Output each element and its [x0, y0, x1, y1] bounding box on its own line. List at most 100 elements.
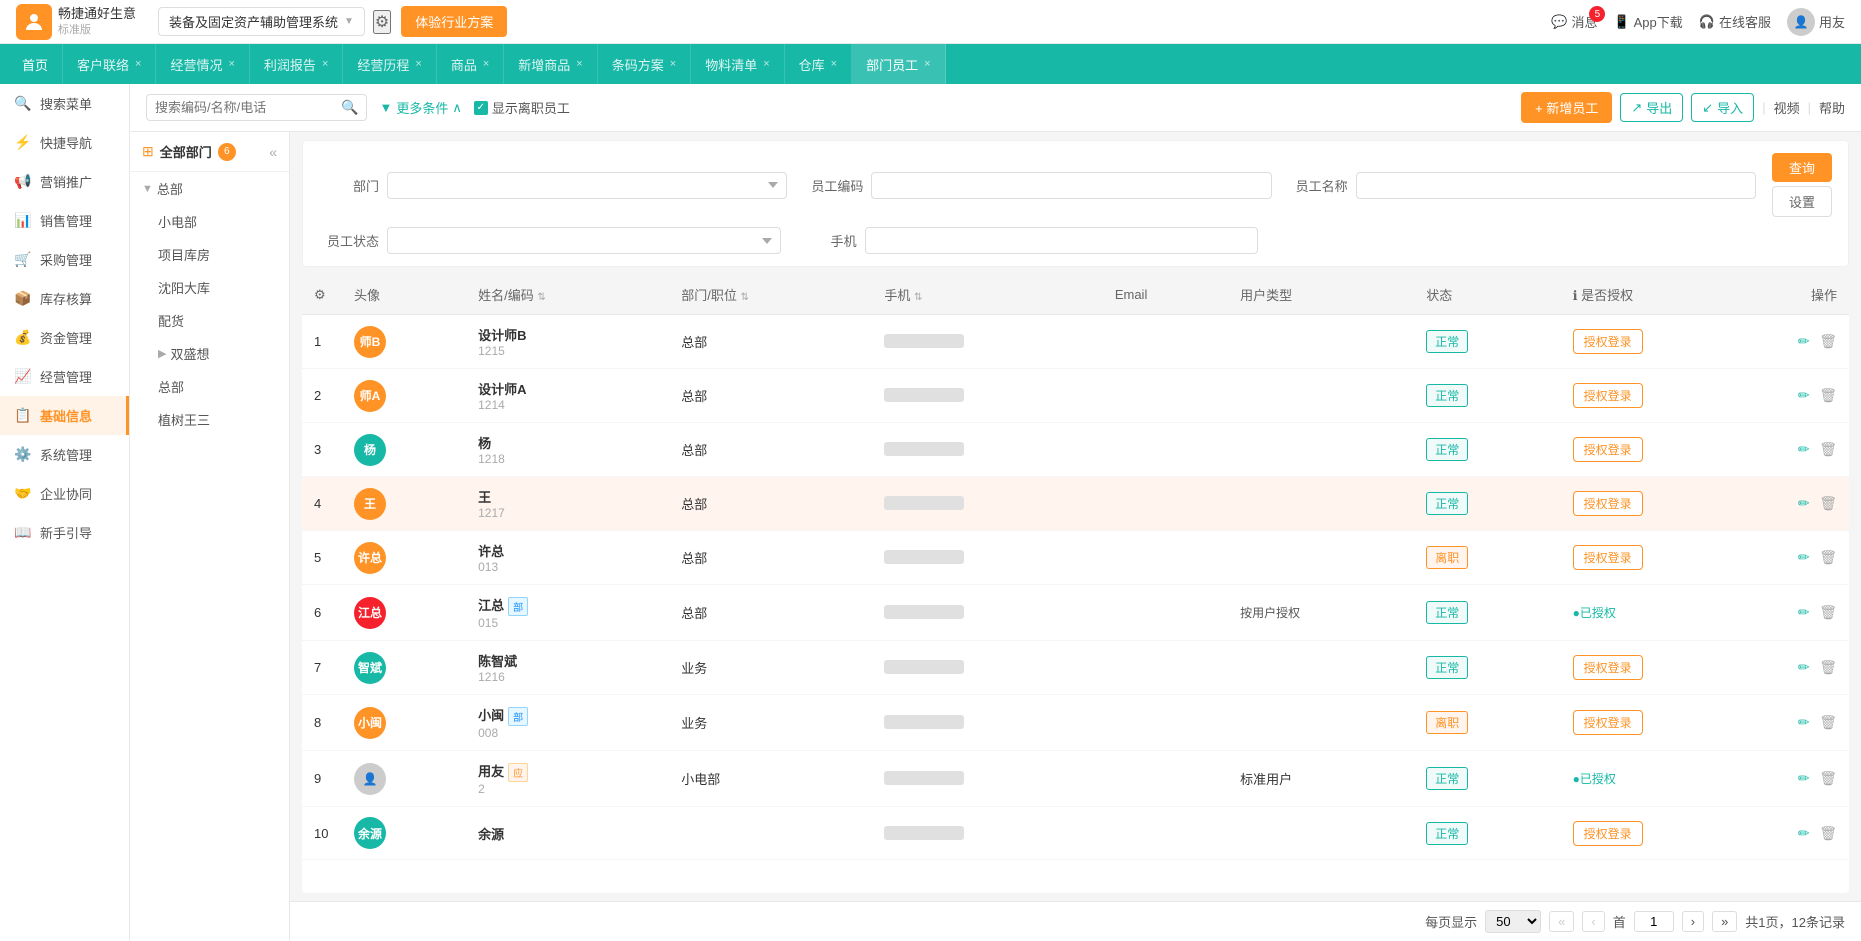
delete-button[interactable]: 🗑 — [1819, 604, 1837, 620]
collapse-tree-button[interactable]: « — [269, 144, 277, 160]
settings-icon[interactable]: ⚙ — [373, 10, 391, 34]
sidebar-item-finance[interactable]: 💰 资金管理 — [0, 318, 129, 357]
search-input[interactable] — [155, 100, 335, 115]
edit-button[interactable]: ✏ — [1798, 549, 1810, 565]
edit-button[interactable]: ✏ — [1798, 825, 1810, 841]
setting-button[interactable]: 设置 — [1772, 186, 1832, 217]
prev-page-button[interactable]: ‹ — [1582, 911, 1604, 932]
status-select[interactable] — [387, 227, 781, 254]
close-icon[interactable]: × — [483, 58, 489, 70]
col-phone-header[interactable]: 手机 ⇅ — [872, 275, 1103, 315]
sidebar-item-operation[interactable]: 📈 经营管理 — [0, 357, 129, 396]
delete-button[interactable]: 🗑 — [1819, 333, 1837, 349]
close-icon[interactable]: × — [763, 58, 769, 70]
auth-login-button[interactable]: 授权登录 — [1573, 329, 1643, 354]
edit-button[interactable]: ✏ — [1798, 714, 1810, 730]
sidebar-item-sales[interactable]: 📊 销售管理 — [0, 201, 129, 240]
tab-customer[interactable]: 客户联络 × — [63, 44, 156, 84]
phone-input[interactable] — [865, 227, 1259, 254]
sort-icon[interactable]: ⇅ — [914, 292, 922, 303]
dept-select[interactable] — [387, 172, 787, 199]
tab-warehouse[interactable]: 仓库 × — [785, 44, 852, 84]
col-name-header[interactable]: 姓名/编码 ⇅ — [466, 275, 669, 315]
system-title[interactable]: 装备及固定资产辅助管理系统 ▼ — [158, 7, 365, 36]
page-size-select[interactable]: 50 100 200 — [1485, 910, 1541, 933]
sidebar-item-search[interactable]: 🔍 搜索菜单 — [0, 84, 129, 123]
export-button[interactable]: ↗ 导出 — [1620, 93, 1683, 122]
tab-profit[interactable]: 利润报告 × — [250, 44, 343, 84]
tab-history[interactable]: 经营历程 × — [343, 44, 436, 84]
sidebar-item-purchase[interactable]: 🛒 采购管理 — [0, 240, 129, 279]
edit-button[interactable]: ✏ — [1798, 770, 1810, 786]
help-link[interactable]: 帮助 — [1819, 98, 1845, 117]
tree-item-shenyang[interactable]: 沈阳大库 — [130, 271, 289, 304]
edit-button[interactable]: ✏ — [1798, 495, 1810, 511]
tab-dept-staff[interactable]: 部门员工 × — [852, 44, 945, 84]
user-menu-btn[interactable]: 👤 用友 — [1787, 8, 1845, 36]
tree-item-shuangsheng[interactable]: ▶ 双盛想 — [130, 337, 289, 370]
close-icon[interactable]: × — [670, 58, 676, 70]
auth-login-button[interactable]: 授权登录 — [1573, 821, 1643, 846]
sidebar-item-marketing[interactable]: 📢 营销推广 — [0, 162, 129, 201]
app-download-btn[interactable]: 📱 App下载 — [1613, 12, 1682, 31]
message-btn[interactable]: 💬 消息 5 — [1551, 12, 1597, 31]
tree-item-zongbu[interactable]: 总部 — [130, 370, 289, 403]
auth-login-button[interactable]: 授权登录 — [1573, 655, 1643, 680]
import-button[interactable]: ↙ 导入 — [1691, 93, 1754, 122]
sidebar-item-collab[interactable]: 🤝 企业协同 — [0, 474, 129, 513]
next-page-button[interactable]: › — [1682, 911, 1704, 932]
auth-login-button[interactable]: 授权登录 — [1573, 491, 1643, 516]
close-icon[interactable]: × — [924, 58, 930, 70]
sidebar-item-inventory[interactable]: 📦 库存核算 — [0, 279, 129, 318]
delete-button[interactable]: 🗑 — [1819, 495, 1837, 511]
close-icon[interactable]: × — [135, 58, 141, 70]
auth-login-button[interactable]: 授权登录 — [1573, 437, 1643, 462]
col-settings-header[interactable]: ⚙ — [302, 275, 342, 315]
edit-button[interactable]: ✏ — [1798, 333, 1810, 349]
delete-button[interactable]: 🗑 — [1819, 770, 1837, 786]
edit-button[interactable]: ✏ — [1798, 441, 1810, 457]
sidebar-item-system[interactable]: ⚙️ 系统管理 — [0, 435, 129, 474]
add-employee-button[interactable]: + 新增员工 — [1521, 92, 1612, 123]
auth-login-button[interactable]: 授权登录 — [1573, 545, 1643, 570]
tab-home[interactable]: 首页 — [8, 44, 63, 84]
trial-button[interactable]: 体验行业方案 — [401, 6, 507, 37]
emp-name-input[interactable] — [1356, 172, 1756, 199]
edit-button[interactable]: ✏ — [1798, 659, 1810, 675]
sidebar-item-quick[interactable]: ⚡ 快捷导航 — [0, 123, 129, 162]
delete-button[interactable]: 🗑 — [1819, 549, 1837, 565]
tab-business[interactable]: 经营情况 × — [156, 44, 249, 84]
tab-add-goods[interactable]: 新增商品 × — [504, 44, 597, 84]
close-icon[interactable]: × — [576, 58, 582, 70]
tab-barcode[interactable]: 条码方案 × — [598, 44, 691, 84]
tree-item-zongbu-parent[interactable]: ▼ 总部 — [130, 172, 289, 205]
close-icon[interactable]: × — [831, 58, 837, 70]
first-page-button[interactable]: « — [1549, 911, 1574, 932]
tree-item-zhishu[interactable]: 植树王三 — [130, 403, 289, 436]
delete-button[interactable]: 🗑 — [1819, 441, 1837, 457]
video-link[interactable]: 视频 — [1774, 98, 1800, 117]
close-icon[interactable]: × — [322, 58, 328, 70]
close-icon[interactable]: × — [228, 58, 234, 70]
tree-item-xiaodian[interactable]: 小电部 — [130, 205, 289, 238]
show-leave-checkbox[interactable]: ✓ 显示离职员工 — [474, 98, 570, 117]
tree-item-xiangmu[interactable]: 项目库房 — [130, 238, 289, 271]
search-box[interactable]: 🔍 — [146, 94, 367, 121]
delete-button[interactable]: 🗑 — [1819, 659, 1837, 675]
tab-bom[interactable]: 物料清单 × — [691, 44, 784, 84]
auth-login-button[interactable]: 授权登录 — [1573, 710, 1643, 735]
auth-login-button[interactable]: 授权登录 — [1573, 383, 1643, 408]
edit-button[interactable]: ✏ — [1798, 387, 1810, 403]
tree-item-peihuo[interactable]: 配货 — [130, 304, 289, 337]
delete-button[interactable]: 🗑 — [1819, 825, 1837, 841]
sort-icon[interactable]: ⇅ — [537, 292, 545, 303]
col-dept-header[interactable]: 部门/职位 ⇅ — [669, 275, 872, 315]
query-button[interactable]: 查询 — [1772, 153, 1832, 182]
more-filter-btn[interactable]: ▼ 更多条件 ∧ — [379, 98, 461, 117]
page-number-input[interactable] — [1634, 911, 1674, 932]
sidebar-item-basic[interactable]: 📋 基础信息 — [0, 396, 129, 435]
last-page-button[interactable]: » — [1712, 911, 1737, 932]
sort-icon[interactable]: ⇅ — [740, 292, 748, 303]
sidebar-item-guide[interactable]: 📖 新手引导 — [0, 513, 129, 552]
online-service-btn[interactable]: 🎧 在线客服 — [1699, 12, 1771, 31]
